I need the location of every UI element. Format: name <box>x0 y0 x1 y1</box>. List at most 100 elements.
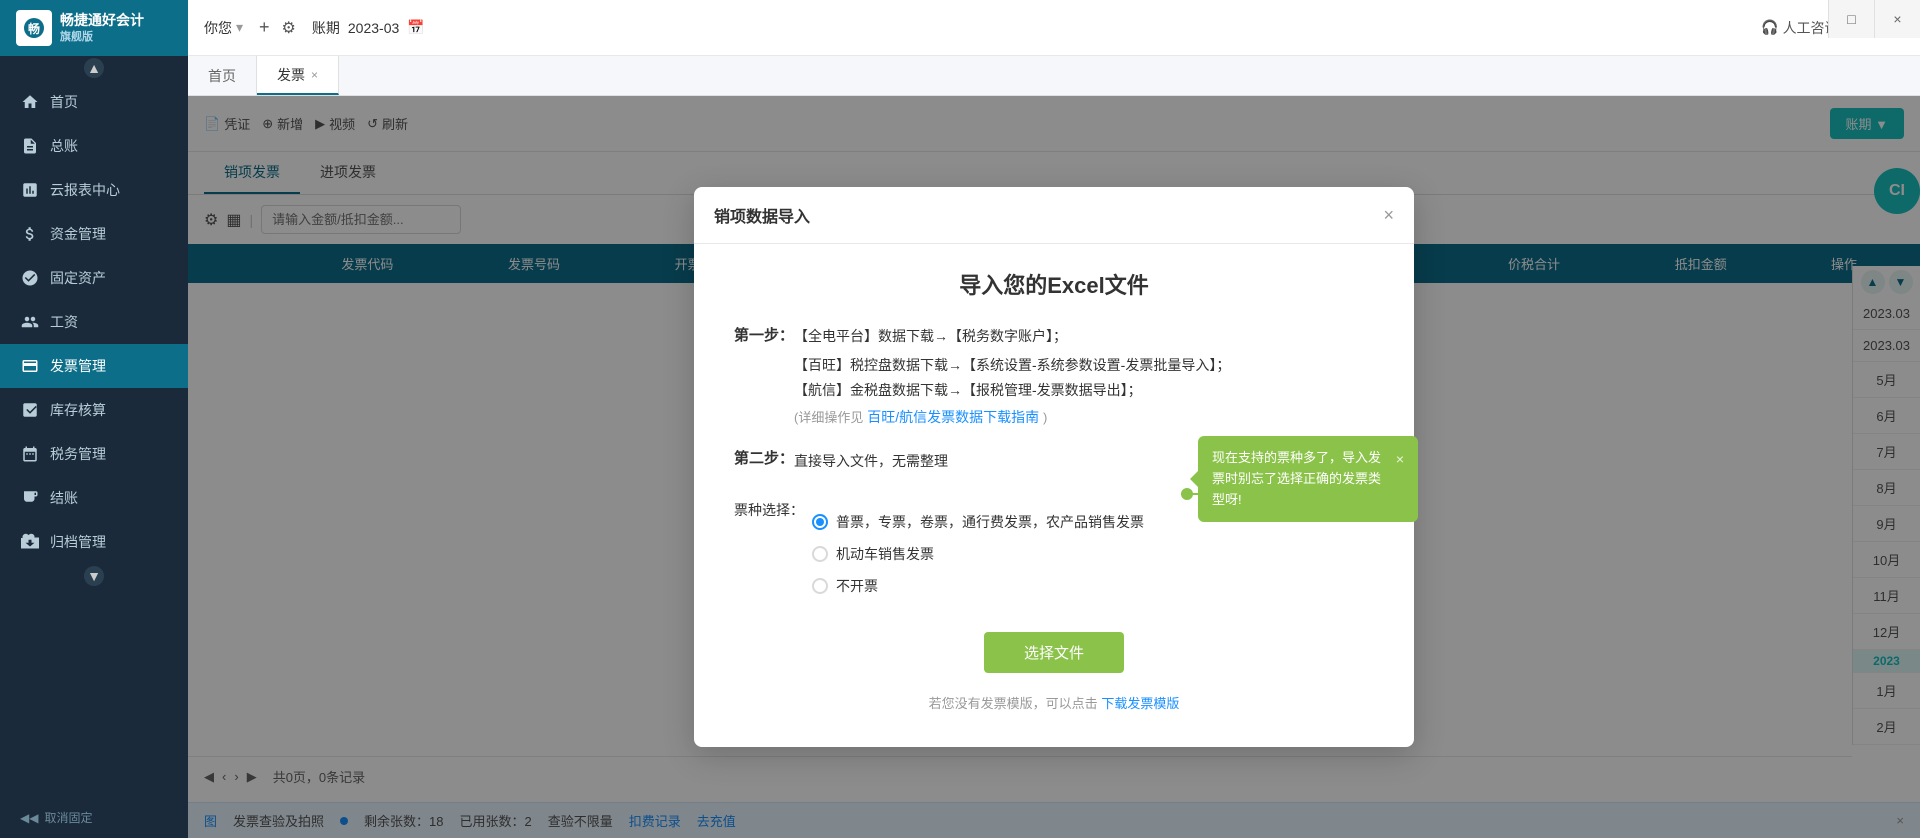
ledger-icon <box>20 136 40 156</box>
sidebar-item-label: 固定资产 <box>50 268 106 288</box>
radio-group: 普票，专票，卷票，通行费发票，农产品销售发票 机动车销售发票 不开票 <box>812 512 1144 596</box>
modal-footer-note: 若您没有发票模版，可以点击 下载发票模版 <box>734 693 1374 728</box>
consult-button[interactable]: 🎧 人工咨询 <box>1761 18 1838 38</box>
add-button[interactable]: + <box>259 17 270 38</box>
radio-label-3: 不开票 <box>836 576 878 596</box>
step1-note-suffix: ) <box>1043 410 1047 425</box>
modal-title: 销项数据导入 <box>714 203 810 227</box>
funds-icon <box>20 224 40 244</box>
sidebar-item-inventory[interactable]: 库存核算 <box>0 388 188 432</box>
tooltip-text: 现在支持的票种多了，导入发票时别忘了选择正确的发票类型呀! <box>1212 450 1381 507</box>
sidebar-scroll-down[interactable]: ▼ <box>84 566 104 586</box>
tab-invoice-label: 发票 <box>277 65 305 85</box>
step2-content: 直接导入文件，无需整理 <box>794 449 948 474</box>
tab-home-label: 首页 <box>208 66 236 86</box>
step1-line3: 【航信】金税盘数据下载→【报税管理-发票数据导出】； <box>794 378 1374 403</box>
radio-label-1: 普票，专票，卷票，通行费发票，农产品销售发票 <box>836 512 1144 532</box>
company-selector[interactable]: 你您 ▾ <box>204 18 243 38</box>
headset-icon: 🎧 <box>1761 19 1778 36</box>
sidebar-item-label: 总账 <box>50 136 78 156</box>
step1-header: 第一步： 【全电平台】数据下载→【税务数字账户】； <box>734 324 1374 353</box>
home-icon <box>20 92 40 112</box>
select-file-button[interactable]: 选择文件 <box>984 632 1124 673</box>
payroll-icon <box>20 312 40 332</box>
sidebar-item-label: 结账 <box>50 488 78 508</box>
modal-heading: 导入您的Excel文件 <box>734 268 1374 300</box>
step1-section: 第一步： 【全电平台】数据下载→【税务数字账户】； 【百旺】税控盘数据下载→【系… <box>734 324 1374 427</box>
topbar: 你您 ▾ + ⚙ 账期 2023-03 📅 🎧 人工咨询 👤 用友 <box>188 0 1920 56</box>
radio-label-2: 机动车销售发票 <box>836 544 934 564</box>
content-area: 📄 凭证 ⊕ 新增 ▶ 视频 ↺ 刷新 <box>188 96 1920 838</box>
sidebar-item-label: 税务管理 <box>50 444 106 464</box>
footer-note-prefix: 若您没有发票模版，可以点击 <box>929 696 1098 711</box>
unpin-label: 取消固定 <box>44 809 92 826</box>
radio-option-2[interactable]: 机动车销售发票 <box>812 544 1144 564</box>
app-logo: 畅 畅捷通好会计 旗舰版 <box>0 0 188 56</box>
radio-circle-3 <box>812 578 828 594</box>
download-template-link[interactable]: 下载发票模版 <box>1101 696 1179 711</box>
company-name: 你您 <box>204 18 232 38</box>
settle-icon <box>20 488 40 508</box>
window-controls: □ × <box>1828 0 1920 38</box>
invoice-icon <box>20 356 40 376</box>
close-window-button[interactable]: × <box>1874 0 1920 38</box>
radio-option-3[interactable]: 不开票 <box>812 576 1144 596</box>
app-name: 畅捷通好会计 <box>60 12 144 29</box>
sidebar-nav: ▲ 首页 总账 云报表中心 <box>0 56 188 797</box>
tax-icon <box>20 444 40 464</box>
sidebar-unpin[interactable]: ◀◀ 取消固定 <box>0 797 188 838</box>
sidebar-scroll-up[interactable]: ▲ <box>84 58 104 78</box>
sidebar-item-label: 归档管理 <box>50 532 106 552</box>
sidebar-item-label: 工资 <box>50 312 78 332</box>
calendar-icon[interactable]: 📅 <box>407 19 424 36</box>
period-label: 账期 <box>312 18 340 38</box>
sidebar-item-reports[interactable]: 云报表中心 <box>0 168 188 212</box>
sidebar-item-tax[interactable]: 税务管理 <box>0 432 188 476</box>
tooltip-bubble: × 现在支持的票种多了，导入发票时别忘了选择正确的发票类型呀! <box>1198 436 1418 522</box>
tab-home[interactable]: 首页 <box>188 56 257 95</box>
sidebar: 畅 畅捷通好会计 旗舰版 ▲ 首页 总账 <box>0 0 188 838</box>
settings-icon[interactable]: ⚙ <box>282 18 296 38</box>
reports-icon <box>20 180 40 200</box>
radio-option-1[interactable]: 普票，专票，卷票，通行费发票，农产品销售发票 <box>812 512 1144 532</box>
svg-text:畅: 畅 <box>28 21 40 36</box>
logo-icon: 畅 <box>16 10 52 46</box>
pin-icon: ◀◀ <box>20 811 38 825</box>
archive-icon <box>20 532 40 552</box>
sidebar-item-home[interactable]: 首页 <box>0 80 188 124</box>
tab-invoice-close[interactable]: × <box>311 68 318 82</box>
ticket-label: 票种选择： <box>734 496 804 524</box>
sidebar-item-label: 发票管理 <box>50 356 106 376</box>
sidebar-item-archive[interactable]: 归档管理 <box>0 520 188 564</box>
sidebar-item-label: 首页 <box>50 92 78 112</box>
step1-guide-link[interactable]: 百旺/航信发票数据下载指南 <box>867 409 1039 425</box>
step2-title: 第二步： <box>734 447 794 468</box>
sidebar-item-label: 库存核算 <box>50 400 106 420</box>
modal-close-button[interactable]: × <box>1383 205 1394 226</box>
maximize-button[interactable]: □ <box>1828 0 1874 38</box>
tab-invoice[interactable]: 发票 × <box>257 56 339 95</box>
radio-circle-2 <box>812 546 828 562</box>
step1-link-row: (详细操作见 百旺/航信发票数据下载指南 ) <box>794 407 1374 427</box>
radio-circle-1 <box>812 514 828 530</box>
period-value: 2023-03 <box>348 20 399 36</box>
step1-line2: 【百旺】税控盘数据下载→【系统设置-系统参数设置-发票批量导入】； <box>794 353 1374 378</box>
step1-note-prefix: (详细操作见 <box>794 410 863 425</box>
sidebar-item-label: 资金管理 <box>50 224 106 244</box>
step1-line1: 【全电平台】数据下载→【税务数字账户】； <box>794 324 1067 353</box>
sidebar-item-settle[interactable]: 结账 <box>0 476 188 520</box>
inventory-icon <box>20 400 40 420</box>
period-display: 账期 2023-03 📅 <box>312 18 425 38</box>
tooltip-close-button[interactable]: × <box>1396 448 1404 470</box>
topbar-actions: + ⚙ <box>259 17 296 38</box>
dropdown-icon: ▾ <box>236 19 243 36</box>
sidebar-item-invoice[interactable]: 发票管理 <box>0 344 188 388</box>
sidebar-item-ledger[interactable]: 总账 <box>0 124 188 168</box>
sidebar-item-assets[interactable]: 固定资产 <box>0 256 188 300</box>
sidebar-item-label: 云报表中心 <box>50 180 120 200</box>
sidebar-item-funds[interactable]: 资金管理 <box>0 212 188 256</box>
tabbar: 首页 发票 × <box>188 56 1920 96</box>
step1-content: 【百旺】税控盘数据下载→【系统设置-系统参数设置-发票批量导入】； 【航信】金税… <box>734 353 1374 427</box>
sidebar-item-payroll[interactable]: 工资 <box>0 300 188 344</box>
modal-header: 销项数据导入 × <box>694 187 1414 244</box>
